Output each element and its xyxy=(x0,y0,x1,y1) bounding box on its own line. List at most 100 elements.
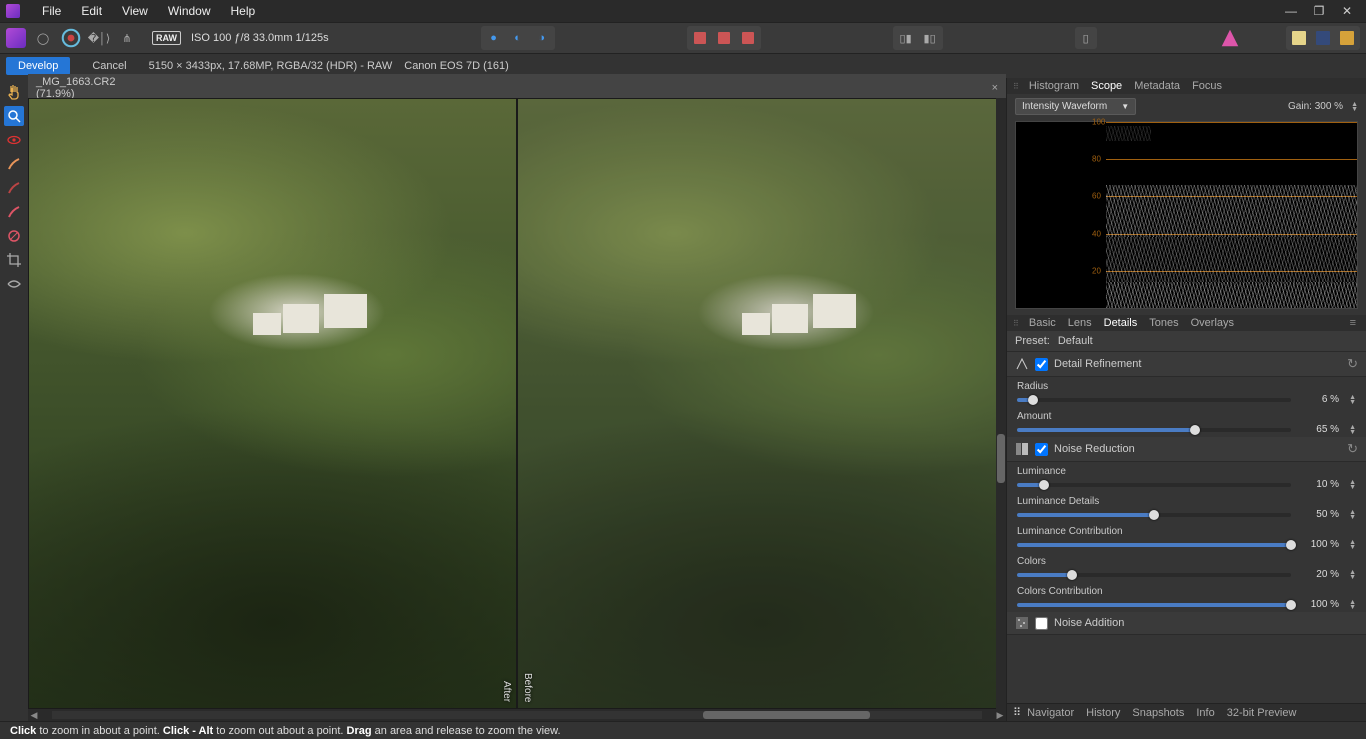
tab-lens[interactable]: Lens xyxy=(1062,314,1098,332)
compare-h-icon[interactable]: ▯▮ xyxy=(894,27,918,49)
tab-scope[interactable]: Scope xyxy=(1085,78,1128,95)
blemish-tool-icon[interactable] xyxy=(4,154,24,174)
redeye-tool-icon[interactable] xyxy=(4,130,24,150)
slider-track[interactable] xyxy=(1017,428,1291,432)
assistant-icon[interactable] xyxy=(1219,27,1241,49)
grip-icon[interactable]: ⠿ xyxy=(1013,319,1019,328)
tab-navigator[interactable]: Navigator xyxy=(1021,704,1080,722)
slider-thumb[interactable] xyxy=(1039,480,1049,490)
view-single-icon[interactable]: ● xyxy=(482,27,506,49)
window-minimize-icon[interactable]: — xyxy=(1282,4,1300,18)
section-detail-refinement[interactable]: Detail Refinement↻ xyxy=(1007,352,1366,377)
value-stepper[interactable]: ▲▼ xyxy=(1349,425,1356,435)
h-scroll-thumb[interactable] xyxy=(703,711,870,719)
section-noise-addition[interactable]: Noise Addition xyxy=(1007,612,1366,635)
overlay-erase-tool-icon[interactable] xyxy=(4,202,24,222)
view-mirror-icon[interactable]: ◑ xyxy=(530,27,554,49)
tab-focus[interactable]: Focus xyxy=(1186,78,1228,95)
slider-value[interactable]: 10 % xyxy=(1299,479,1339,490)
slider-thumb[interactable] xyxy=(1149,510,1159,520)
preset-value[interactable]: Default xyxy=(1058,335,1093,347)
view-split-icon[interactable]: ◐ xyxy=(506,27,530,49)
panel-menu-icon[interactable]: ≡ xyxy=(1346,317,1360,329)
value-stepper[interactable]: ▲▼ xyxy=(1349,600,1356,610)
swatch-2[interactable] xyxy=(1335,27,1359,49)
value-stepper[interactable]: ▲▼ xyxy=(1349,510,1356,520)
value-stepper[interactable]: ▲▼ xyxy=(1349,395,1356,405)
overlay-gradient-tool-icon[interactable] xyxy=(4,226,24,246)
slider-track[interactable] xyxy=(1017,398,1291,402)
menu-window[interactable]: Window xyxy=(158,4,221,18)
menu-edit[interactable]: Edit xyxy=(71,4,112,18)
close-tab-icon[interactable]: × xyxy=(992,82,998,94)
tab-info[interactable]: Info xyxy=(1190,704,1220,722)
slider-value[interactable]: 6 % xyxy=(1299,394,1339,405)
slider-track[interactable] xyxy=(1017,573,1291,577)
scroll-left-icon[interactable]: ◀ xyxy=(28,710,40,721)
swatch-1[interactable] xyxy=(1311,27,1335,49)
tab-details[interactable]: Details xyxy=(1098,314,1144,332)
slider-thumb[interactable] xyxy=(1190,425,1200,435)
slider-thumb[interactable] xyxy=(1286,600,1296,610)
tab-overlays[interactable]: Overlays xyxy=(1185,314,1240,332)
v-scrollbar[interactable] xyxy=(996,98,1006,709)
slider-track[interactable] xyxy=(1017,543,1291,547)
tab-history[interactable]: History xyxy=(1080,704,1126,722)
grip-icon[interactable]: ⠿ xyxy=(1013,706,1021,719)
rotate-cw-icon[interactable] xyxy=(712,27,736,49)
clipping-icon[interactable]: ▯ xyxy=(1075,27,1097,49)
slider-value[interactable]: 20 % xyxy=(1299,569,1339,580)
window-close-icon[interactable]: ✕ xyxy=(1338,4,1356,18)
value-stepper[interactable]: ▲▼ xyxy=(1349,570,1356,580)
noise-reduction-reset-icon[interactable]: ↻ xyxy=(1347,441,1358,457)
rotate-ccw-icon[interactable] xyxy=(688,27,712,49)
section-noise-reduction[interactable]: Noise Reduction↻ xyxy=(1007,437,1366,462)
slider-thumb[interactable] xyxy=(1067,570,1077,580)
slider-track[interactable] xyxy=(1017,603,1291,607)
zoom-tool-icon[interactable] xyxy=(4,106,24,126)
share-icon[interactable]: ⋔ xyxy=(116,27,138,49)
slider-track[interactable] xyxy=(1017,483,1291,487)
detail-refinement-reset-icon[interactable]: ↻ xyxy=(1347,356,1358,372)
slider-value[interactable]: 65 % xyxy=(1299,424,1339,435)
tab-32-bit-preview[interactable]: 32-bit Preview xyxy=(1221,704,1303,722)
overlay-paint-tool-icon[interactable] xyxy=(4,178,24,198)
slider-value[interactable]: 100 % xyxy=(1299,599,1339,610)
noise-reduction-checkbox[interactable] xyxy=(1035,443,1048,456)
canvas-viewport[interactable]: After Before xyxy=(28,98,1006,709)
menu-file[interactable]: File xyxy=(32,4,71,18)
gain-stepper[interactable]: ▲▼ xyxy=(1351,102,1358,112)
slider-value[interactable]: 100 % xyxy=(1299,539,1339,550)
tab-metadata[interactable]: Metadata xyxy=(1128,78,1186,95)
menu-view[interactable]: View xyxy=(112,4,158,18)
tab-snapshots[interactable]: Snapshots xyxy=(1126,704,1190,722)
tab-tones[interactable]: Tones xyxy=(1143,314,1184,332)
crop-tool-icon[interactable] xyxy=(4,250,24,270)
slider-thumb[interactable] xyxy=(1286,540,1296,550)
cancel-button[interactable]: Cancel xyxy=(82,57,136,75)
slider-thumb[interactable] xyxy=(1028,395,1038,405)
menu-help[interactable]: Help xyxy=(221,4,266,18)
tab-basic[interactable]: Basic xyxy=(1023,314,1062,332)
slider-track[interactable] xyxy=(1017,513,1291,517)
mirror-icon[interactable]: �│⟩ xyxy=(88,27,110,49)
tab-histogram[interactable]: Histogram xyxy=(1023,78,1085,95)
scroll-right-icon[interactable]: ▶ xyxy=(994,710,1006,721)
sync-icon[interactable]: ◯ xyxy=(32,27,54,49)
flip-icon[interactable] xyxy=(736,27,760,49)
h-scrollbar[interactable]: ◀ ▶ xyxy=(28,709,1006,721)
value-stepper[interactable]: ▲▼ xyxy=(1349,540,1356,550)
noise-addition-checkbox[interactable] xyxy=(1035,617,1048,630)
grip-icon[interactable]: ⠿ xyxy=(1013,82,1019,91)
hand-tool-icon[interactable] xyxy=(4,82,24,102)
whitebalance-tool-icon[interactable] xyxy=(4,274,24,294)
scope-mode-dropdown[interactable]: Intensity Waveform ▼ xyxy=(1015,98,1136,115)
detail-refinement-checkbox[interactable] xyxy=(1035,358,1048,371)
develop-button[interactable]: Develop xyxy=(6,57,70,75)
compare-v-icon[interactable]: ▮▯ xyxy=(918,27,942,49)
swatch-0[interactable] xyxy=(1287,27,1311,49)
slider-value[interactable]: 50 % xyxy=(1299,509,1339,520)
persona-icon[interactable] xyxy=(60,27,82,49)
window-maximize-icon[interactable]: ❐ xyxy=(1310,4,1328,18)
value-stepper[interactable]: ▲▼ xyxy=(1349,480,1356,490)
